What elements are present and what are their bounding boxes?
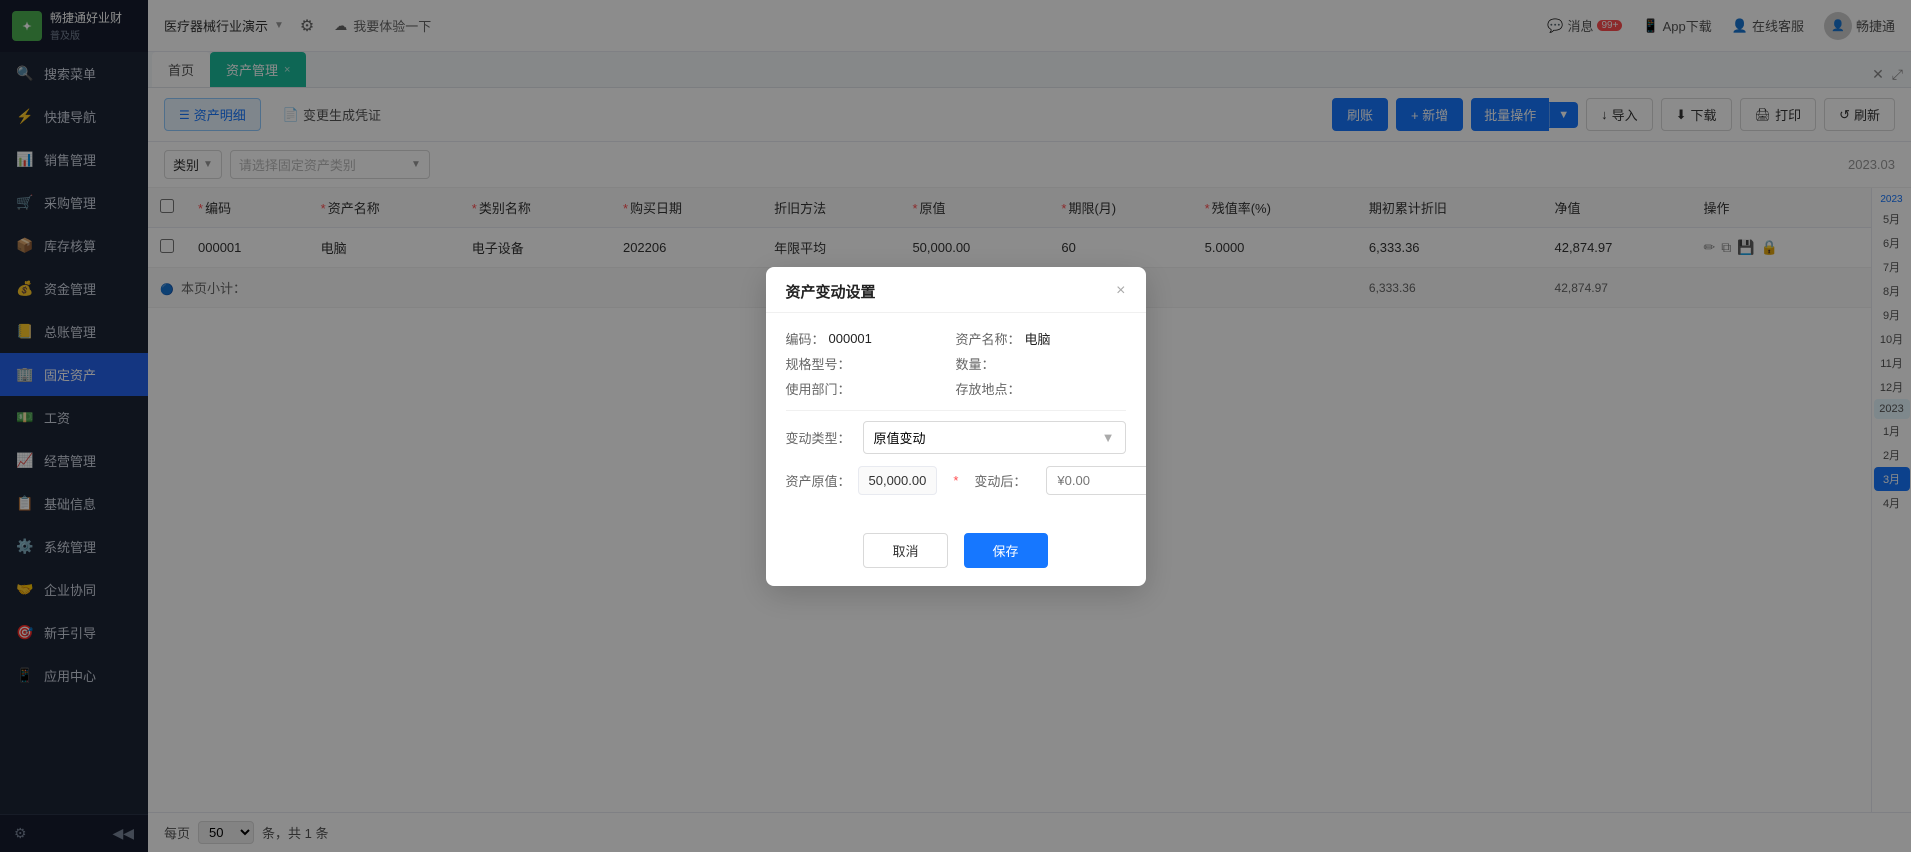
dialog-department-label: 使用部门： (786, 379, 851, 398)
dialog-code-label: 编码： (786, 329, 825, 348)
dialog-spec-label: 规格型号： (786, 354, 851, 373)
dialog-asset-name-label: 资产名称： (956, 329, 1021, 348)
dialog-change-type-arrow: ▼ (1102, 430, 1115, 445)
dialog-original-value: 50,000.00 (858, 466, 938, 495)
dialog-close-icon[interactable]: × (1116, 282, 1125, 300)
dialog-quantity-item: 数量： (956, 354, 1126, 373)
dialog-asset-name-value: 电脑 (1025, 329, 1051, 348)
dialog-footer: 取消 保存 (766, 523, 1146, 586)
dialog-divider (786, 410, 1126, 411)
dialog-save-button[interactable]: 保存 (964, 533, 1048, 568)
dialog-body: 编码： 000001 资产名称： 电脑 规格型号： 数量： 使用部门： (766, 313, 1146, 523)
dialog-change-type-label: 变动类型： (786, 428, 851, 447)
dialog-storage-item: 存放地点： (956, 379, 1126, 398)
dialog-header: 资产变动设置 × (766, 267, 1146, 313)
dialog-after-change-input[interactable] (1046, 466, 1145, 495)
dialog-code-item: 编码： 000001 (786, 329, 956, 348)
dialog-original-label: 资产原值： (786, 471, 846, 490)
dialog-values-row: 资产原值： 50,000.00 * 变动后： (786, 466, 1126, 495)
dialog-asset-name-item: 资产名称： 电脑 (956, 329, 1126, 348)
modal-overlay[interactable]: 资产变动设置 × 编码： 000001 资产名称： 电脑 规格型号： 数量： (0, 0, 1911, 852)
dialog-code-value: 000001 (829, 331, 872, 346)
dialog-title: 资产变动设置 (786, 281, 876, 302)
dialog-spec-item: 规格型号： (786, 354, 956, 373)
dialog-info-grid: 编码： 000001 资产名称： 电脑 规格型号： 数量： 使用部门： (786, 329, 1126, 398)
dialog-required-mark: * (953, 473, 958, 488)
dialog-change-type-row: 变动类型： 原值变动 ▼ (786, 421, 1126, 454)
dialog-change-type-value: 原值变动 (874, 428, 926, 447)
dialog-after-change-label: 变动后： (974, 471, 1034, 490)
asset-change-dialog: 资产变动设置 × 编码： 000001 资产名称： 电脑 规格型号： 数量： (766, 267, 1146, 586)
dialog-department-item: 使用部门： (786, 379, 956, 398)
dialog-storage-label: 存放地点： (956, 379, 1021, 398)
dialog-change-type-select[interactable]: 原值变动 ▼ (863, 421, 1126, 454)
dialog-cancel-button[interactable]: 取消 (863, 533, 947, 568)
dialog-quantity-label: 数量： (956, 354, 995, 373)
